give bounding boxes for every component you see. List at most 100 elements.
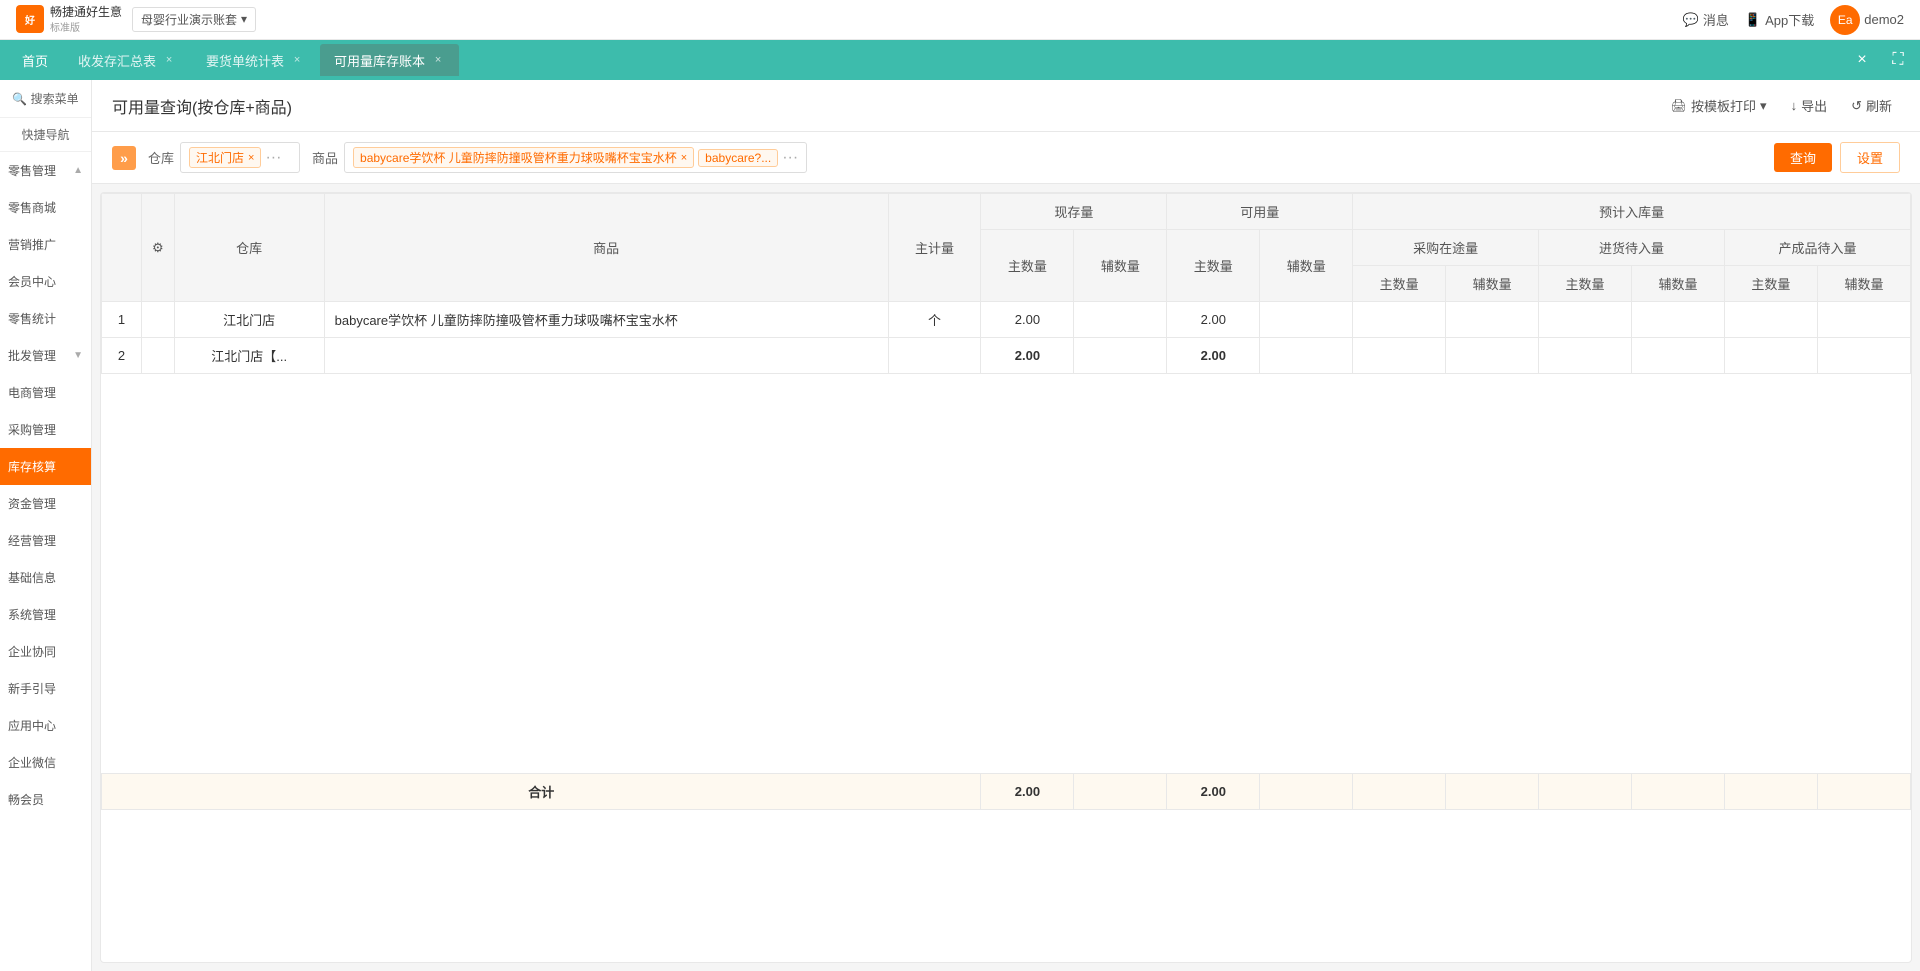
sidebar-item-app-center[interactable]: 应用中心 [0, 707, 91, 744]
warehouse-tag-remove[interactable]: × [248, 152, 254, 164]
sidebar-item-finance[interactable]: 资金管理 [0, 485, 91, 522]
sidebar-item-purchase[interactable]: 采购管理 [0, 411, 91, 448]
sidebar-item-guide[interactable]: 新手引导 [0, 670, 91, 707]
warehouse-tag: 江北门店 × [189, 147, 261, 168]
th-available-aux: 辅数量 [1260, 230, 1353, 302]
sidebar-item-retail-mgmt[interactable]: 零售管理 ▲ [0, 152, 91, 189]
row1-current-main: 2.00 [981, 302, 1074, 338]
print-label: 按模板打印 [1691, 96, 1756, 115]
table-row: 2 江北门店【... 2.00 2.00 [102, 338, 1911, 374]
user-menu[interactable]: Ea demo2 [1830, 5, 1904, 35]
sidebar-item-operations[interactable]: 经营管理 [0, 522, 91, 559]
sidebar-item-retail-mall-label: 零售商城 [8, 199, 56, 216]
sidebar-item-purchase-label: 采购管理 [8, 421, 56, 438]
sidebar-item-inventory[interactable]: 库存核算 [0, 448, 91, 485]
tab-order-stats-close[interactable]: × [290, 53, 304, 67]
sidebar-item-finance-label: 资金管理 [8, 495, 56, 512]
row2-available-aux [1260, 338, 1353, 374]
sidebar-quick-nav-label: 快捷导航 [21, 128, 69, 142]
refresh-label: 刷新 [1866, 96, 1892, 115]
th-index [102, 194, 142, 302]
table-wrapper: ⚙ 仓库 商品 主计量 现存量 可用量 预计入库量 主数量 辅数量 主数量 辅数… [100, 192, 1912, 963]
sidebar-item-marketing[interactable]: 营销推广 [0, 226, 91, 263]
sidebar-item-system[interactable]: 系统管理 [0, 596, 91, 633]
row2-warehouse: 江北门店【... [174, 338, 324, 374]
sidebar-item-retail-stats-label: 零售统计 [8, 310, 56, 327]
row1-production-aux [1817, 302, 1910, 338]
product-tag-1-remove[interactable]: × [681, 152, 687, 164]
nav-tabs-right: × ⛶ [1848, 46, 1912, 74]
row2-incoming-main [1539, 338, 1632, 374]
sidebar-search[interactable]: 🔍 搜索菜单 [0, 80, 91, 118]
th-settings[interactable]: ⚙ [142, 194, 175, 302]
sidebar-item-retail-stats[interactable]: 零售统计 [0, 300, 91, 337]
template-selector[interactable]: 母婴行业演示账套 ▾ [132, 7, 256, 32]
query-button[interactable]: 查询 [1774, 143, 1832, 172]
sidebar-item-ecommerce-label: 电商管理 [8, 384, 56, 401]
sidebar-item-basic-info-label: 基础信息 [8, 569, 56, 586]
close-all-tabs-button[interactable]: × [1848, 46, 1876, 74]
empty-space [102, 374, 1911, 774]
export-label: 导出 [1801, 96, 1827, 115]
top-bar: 好 畅捷通好生意 标准版 母婴行业演示账套 ▾ 💬 消息 📱 App下载 Ea … [0, 0, 1920, 40]
total-row: 合计 2.00 2.00 [102, 774, 1911, 810]
logo-text-group: 畅捷通好生意 标准版 [50, 5, 122, 34]
product-input[interactable]: babycare学饮杯 儿童防摔防撞吸管杯重力球吸嘴杯宝宝水杯 × babyca… [344, 142, 807, 173]
th-warehouse: 仓库 [174, 194, 324, 302]
export-button[interactable]: ↓ 导出 [1783, 92, 1836, 119]
message-button[interactable]: 💬 消息 [1683, 10, 1729, 29]
sidebar-item-retail-mgmt-label: 零售管理 [8, 162, 56, 179]
page-actions: 🖨 按模板打印 ▾ ↓ 导出 ↺ 刷新 [1663, 92, 1901, 119]
tab-available-stock-close[interactable]: × [431, 53, 445, 67]
settings-button[interactable]: 设置 [1840, 142, 1900, 173]
tab-collection-summary[interactable]: 收发存汇总表 × [64, 44, 190, 76]
app-download-button[interactable]: 📱 App下载 [1745, 10, 1814, 29]
chevron-icon-2: ▼ [73, 350, 83, 361]
refresh-icon: ↺ [1851, 98, 1862, 114]
product-more-icon[interactable]: ··· [782, 149, 798, 167]
tab-collection-summary-close[interactable]: × [162, 53, 176, 67]
sidebar-item-enterprise[interactable]: 企业协同 [0, 633, 91, 670]
row2-available-main: 2.00 [1167, 338, 1260, 374]
filter-toggle-button[interactable]: » [112, 146, 136, 170]
download-label: App下载 [1765, 10, 1814, 29]
total-current-main: 2.00 [981, 774, 1074, 810]
logo-icon: 好 [16, 5, 44, 33]
sidebar-item-basic-info[interactable]: 基础信息 [0, 559, 91, 596]
total-available-main: 2.00 [1167, 774, 1260, 810]
tab-available-stock-label: 可用量库存账本 [334, 51, 425, 70]
th-purchase-on-way: 采购在途量 [1353, 230, 1539, 266]
tab-available-stock[interactable]: 可用量库存账本 × [320, 44, 459, 76]
warehouse-more-icon[interactable]: ··· [265, 149, 281, 167]
tab-collection-summary-label: 收发存汇总表 [78, 51, 156, 70]
fullscreen-button[interactable]: ⛶ [1884, 46, 1912, 74]
sidebar-item-member2[interactable]: 畅会员 [0, 781, 91, 818]
sidebar-item-wechat-label: 企业微信 [8, 754, 56, 771]
product-tag-1-value: babycare学饮杯 儿童防摔防撞吸管杯重力球吸嘴杯宝宝水杯 [360, 149, 677, 166]
print-button[interactable]: 🖨 按模板打印 ▾ [1663, 92, 1775, 119]
warehouse-input[interactable]: 江北门店 × ··· [180, 142, 300, 173]
row2-unit [888, 338, 981, 374]
sidebar-item-guide-label: 新手引导 [8, 680, 56, 697]
tab-order-stats[interactable]: 要货单统计表 × [192, 44, 318, 76]
user-name: demo2 [1864, 12, 1904, 27]
sidebar-item-retail-mall[interactable]: 零售商城 [0, 189, 91, 226]
row2-current-aux [1074, 338, 1167, 374]
th-incoming-aux: 辅数量 [1632, 266, 1725, 302]
row1-current-aux [1074, 302, 1167, 338]
sidebar-quick-nav[interactable]: 快捷导航 [0, 118, 91, 152]
refresh-button[interactable]: ↺ 刷新 [1843, 92, 1900, 119]
tab-home[interactable]: 首页 [8, 44, 62, 76]
product-tag-2: babycare?... [698, 149, 778, 167]
sidebar-item-wechat[interactable]: 企业微信 [0, 744, 91, 781]
sidebar-item-member[interactable]: 会员中心 [0, 263, 91, 300]
row1-purchase-main [1353, 302, 1446, 338]
sidebar-item-wholesale[interactable]: 批发管理 ▼ [0, 337, 91, 374]
sidebar-item-app-center-label: 应用中心 [8, 717, 56, 734]
th-purchase-aux: 辅数量 [1446, 266, 1539, 302]
row2-check [142, 338, 175, 374]
message-icon: 💬 [1683, 12, 1699, 28]
th-available-main: 主数量 [1167, 230, 1260, 302]
sidebar-item-ecommerce[interactable]: 电商管理 [0, 374, 91, 411]
table-row: 1 江北门店 babycare学饮杯 儿童防摔防撞吸管杯重力球吸嘴杯宝宝水杯 个… [102, 302, 1911, 338]
